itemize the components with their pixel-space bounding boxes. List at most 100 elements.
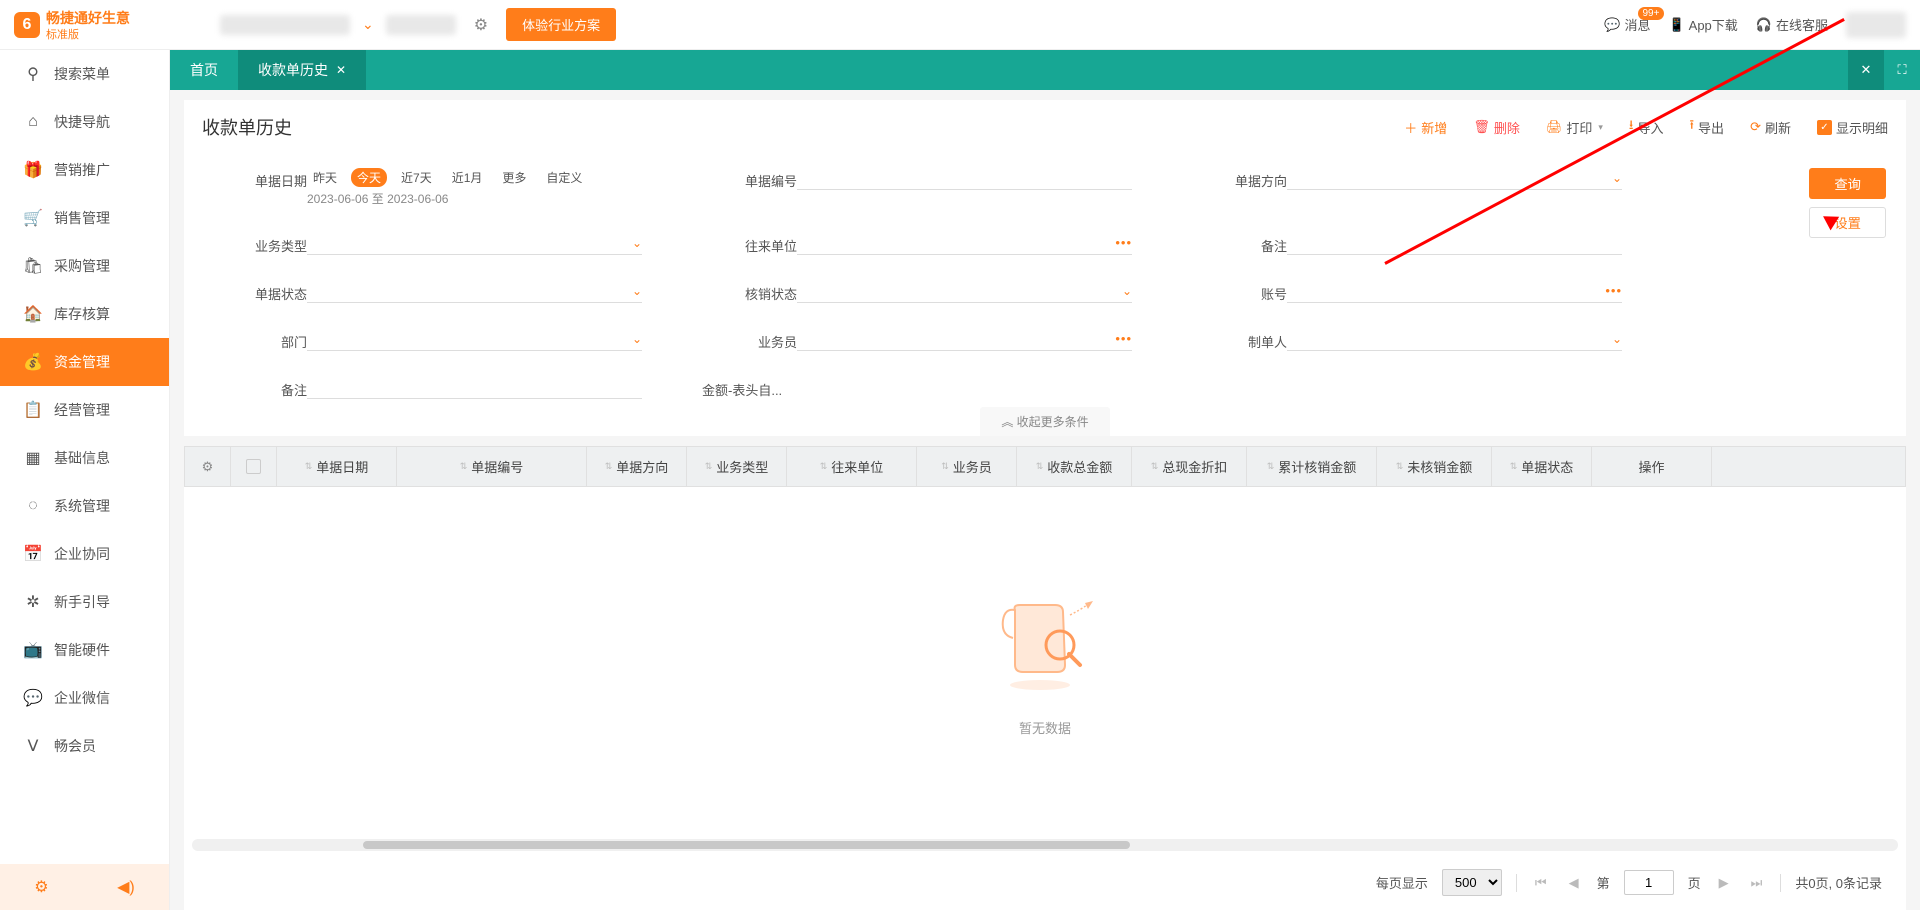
filter-maker[interactable]: 制单人 ⌄ bbox=[1192, 329, 1622, 351]
chevron-down-icon: ⌄ bbox=[1612, 171, 1622, 185]
first-page-button[interactable]: ⏮ bbox=[1531, 875, 1551, 891]
purchase-icon: 🛍 bbox=[24, 256, 42, 276]
tab-0[interactable]: 首页 bbox=[170, 50, 238, 90]
column-header-7[interactable]: ⇅总现金折扣 bbox=[1132, 447, 1247, 486]
sidebar-item-system[interactable]: ◌系统管理 bbox=[0, 482, 169, 530]
main-area: 首页收款单历史✕ ✕ ⛶ 收款单历史 ＋新增 🗑删除 🖨打印▾ ⭳导入 ⭱导出 … bbox=[170, 50, 1920, 910]
prev-page-button[interactable]: ◀ bbox=[1565, 875, 1583, 891]
select-all-checkbox[interactable] bbox=[231, 447, 277, 486]
search-button[interactable]: 查询 bbox=[1809, 168, 1886, 199]
try-industry-button[interactable]: 体验行业方案 bbox=[506, 8, 616, 41]
column-header-5[interactable]: ⇅业务员 bbox=[917, 447, 1017, 486]
column-header-0[interactable]: ⇅单据日期 bbox=[277, 447, 397, 486]
filter-amount-head[interactable]: 金额-表头自... bbox=[702, 377, 902, 399]
column-header-2[interactable]: ⇅单据方向 bbox=[587, 447, 687, 486]
collapse-filters-button[interactable]: ︽ 收起更多条件 bbox=[980, 407, 1110, 436]
sidebar-item-sales[interactable]: 🛒销售管理 bbox=[0, 194, 169, 242]
date-chip-4[interactable]: 更多 bbox=[496, 168, 532, 187]
date-chip-1[interactable]: 今天 bbox=[351, 168, 387, 187]
sidebar-item-guides[interactable]: ✲新手引导 bbox=[0, 578, 169, 626]
member-icon: Ⅴ bbox=[24, 736, 42, 756]
date-chip-0[interactable]: 昨天 bbox=[307, 168, 343, 187]
print-button[interactable]: 🖨打印▾ bbox=[1546, 118, 1603, 137]
filter-account[interactable]: 账号 ••• bbox=[1192, 281, 1622, 303]
delete-button[interactable]: 🗑删除 bbox=[1473, 118, 1520, 137]
export-icon: ⭱ bbox=[1689, 116, 1694, 138]
filter-clerk[interactable]: 业务员 ••• bbox=[702, 329, 1132, 351]
sidebar-item-quick-nav[interactable]: ⌂快捷导航 bbox=[0, 98, 169, 146]
filter-bill-state[interactable]: 单据状态 ⌄ bbox=[212, 281, 642, 303]
add-button[interactable]: ＋新增 bbox=[1404, 118, 1447, 137]
date-chip-5[interactable]: 自定义 bbox=[540, 168, 588, 187]
filter-verify-state[interactable]: 核销状态 ⌄ bbox=[702, 281, 1132, 303]
filter-bill-no[interactable]: 单据编号 bbox=[702, 168, 1132, 190]
sidebar-item-purchase[interactable]: 🛍采购管理 bbox=[0, 242, 169, 290]
column-header-10[interactable]: ⇅单据状态 bbox=[1492, 447, 1592, 486]
sales-icon: 🛒 bbox=[24, 208, 42, 228]
filter-remark2[interactable]: 备注 bbox=[212, 377, 642, 399]
sidebar-item-basic[interactable]: ▦基础信息 bbox=[0, 434, 169, 482]
last-page-button[interactable]: ⏭ bbox=[1747, 875, 1767, 891]
chevron-down-icon: ⌄ bbox=[632, 284, 642, 298]
sidebar-item-search-menu[interactable]: ⚲搜索菜单 bbox=[0, 50, 169, 98]
per-page-select[interactable]: 500 bbox=[1442, 869, 1502, 896]
column-header-11[interactable]: 操作 bbox=[1592, 447, 1712, 486]
chevron-up-icon: ︽ bbox=[1001, 415, 1013, 429]
collab-icon: 📅 bbox=[24, 544, 42, 564]
column-header-9[interactable]: ⇅未核销金额 bbox=[1377, 447, 1492, 486]
column-header-6[interactable]: ⇅收款总金额 bbox=[1017, 447, 1132, 486]
tab-fullscreen-button[interactable]: ⛶ bbox=[1884, 50, 1920, 90]
sort-icon: ⇅ bbox=[1036, 461, 1044, 472]
filter-bill-direction[interactable]: 单据方向 ⌄ bbox=[1192, 168, 1622, 190]
sidebar-item-marketing[interactable]: 🎁营销推广 bbox=[0, 146, 169, 194]
column-header-1[interactable]: ⇅单据编号 bbox=[397, 447, 587, 486]
export-button[interactable]: ⭱导出 bbox=[1689, 116, 1724, 138]
sidebar-item-operation[interactable]: 📋经营管理 bbox=[0, 386, 169, 434]
scrollbar-thumb[interactable] bbox=[363, 841, 1131, 849]
next-page-button[interactable]: ▶ bbox=[1715, 875, 1733, 891]
import-button[interactable]: ⭳导入 bbox=[1629, 116, 1664, 138]
chevron-down-icon: ⌄ bbox=[632, 332, 642, 346]
horizontal-scrollbar[interactable] bbox=[192, 839, 1898, 851]
tab-1[interactable]: 收款单历史✕ bbox=[238, 50, 366, 90]
settings-icon[interactable]: ⚙ bbox=[34, 877, 48, 897]
refresh-button[interactable]: ⟳刷新 bbox=[1750, 118, 1791, 137]
column-header-3[interactable]: ⇅业务类型 bbox=[687, 447, 787, 486]
sort-icon: ⇅ bbox=[1267, 461, 1275, 472]
online-service-link[interactable]: 🎧 在线客服 bbox=[1756, 15, 1828, 34]
plus-icon: ＋ bbox=[1404, 118, 1417, 137]
filter-remark[interactable]: 备注 bbox=[1192, 233, 1622, 255]
sidebar-item-member[interactable]: Ⅴ畅会员 bbox=[0, 722, 169, 770]
column-header-4[interactable]: ⇅往来单位 bbox=[787, 447, 917, 486]
sort-icon: ⇅ bbox=[1396, 461, 1404, 472]
collapse-icon[interactable]: ◀) bbox=[117, 877, 135, 897]
sort-icon: ⇅ bbox=[705, 461, 713, 472]
page-header: 收款单历史 ＋新增 🗑删除 🖨打印▾ ⭳导入 ⭱导出 ⟳刷新 ✓显示明细 bbox=[184, 100, 1906, 154]
date-chip-2[interactable]: 近7天 bbox=[395, 168, 438, 187]
sidebar-item-inventory[interactable]: 🏠库存核算 bbox=[0, 290, 169, 338]
sidebar-item-wecom[interactable]: 💬企业微信 bbox=[0, 674, 169, 722]
filter-partner[interactable]: 往来单位 ••• bbox=[702, 233, 1132, 255]
sidebar-item-hardware[interactable]: 📺智能硬件 bbox=[0, 626, 169, 674]
filter-dept[interactable]: 部门 ⌄ bbox=[212, 329, 642, 351]
app-download-link[interactable]: 📱 App下载 bbox=[1668, 15, 1737, 34]
column-header-8[interactable]: ⇅累计核销金额 bbox=[1247, 447, 1377, 486]
page-title: 收款单历史 bbox=[202, 114, 292, 140]
company-selector[interactable]: ⌄ bbox=[220, 15, 456, 35]
page-input[interactable] bbox=[1624, 870, 1674, 895]
sidebar-item-funds[interactable]: 💰资金管理 bbox=[0, 338, 169, 386]
filter-biz-type[interactable]: 业务类型 ⌄ bbox=[212, 233, 642, 255]
sidebar-item-collab[interactable]: 📅企业协同 bbox=[0, 530, 169, 578]
show-detail-toggle[interactable]: ✓显示明细 bbox=[1817, 118, 1888, 137]
sidebar: ⚲搜索菜单⌂快捷导航🎁营销推广🛒销售管理🛍采购管理🏠库存核算💰资金管理📋经营管理… bbox=[0, 50, 170, 910]
gear-icon[interactable]: ⚙ bbox=[474, 15, 488, 35]
date-chip-3[interactable]: 近1月 bbox=[446, 168, 489, 187]
hardware-icon: 📺 bbox=[24, 640, 42, 660]
message-link[interactable]: 💬 消息 99+ bbox=[1604, 15, 1650, 34]
table-settings-button[interactable]: ⚙ bbox=[185, 447, 231, 486]
date-range-chips: 昨天今天近7天近1月更多自定义 bbox=[307, 168, 642, 187]
tab-close-button[interactable]: ✕ bbox=[1848, 50, 1884, 90]
close-icon[interactable]: ✕ bbox=[336, 63, 346, 77]
settings-button[interactable]: 设置 bbox=[1809, 207, 1886, 238]
user-avatar-blur[interactable] bbox=[1846, 12, 1906, 38]
